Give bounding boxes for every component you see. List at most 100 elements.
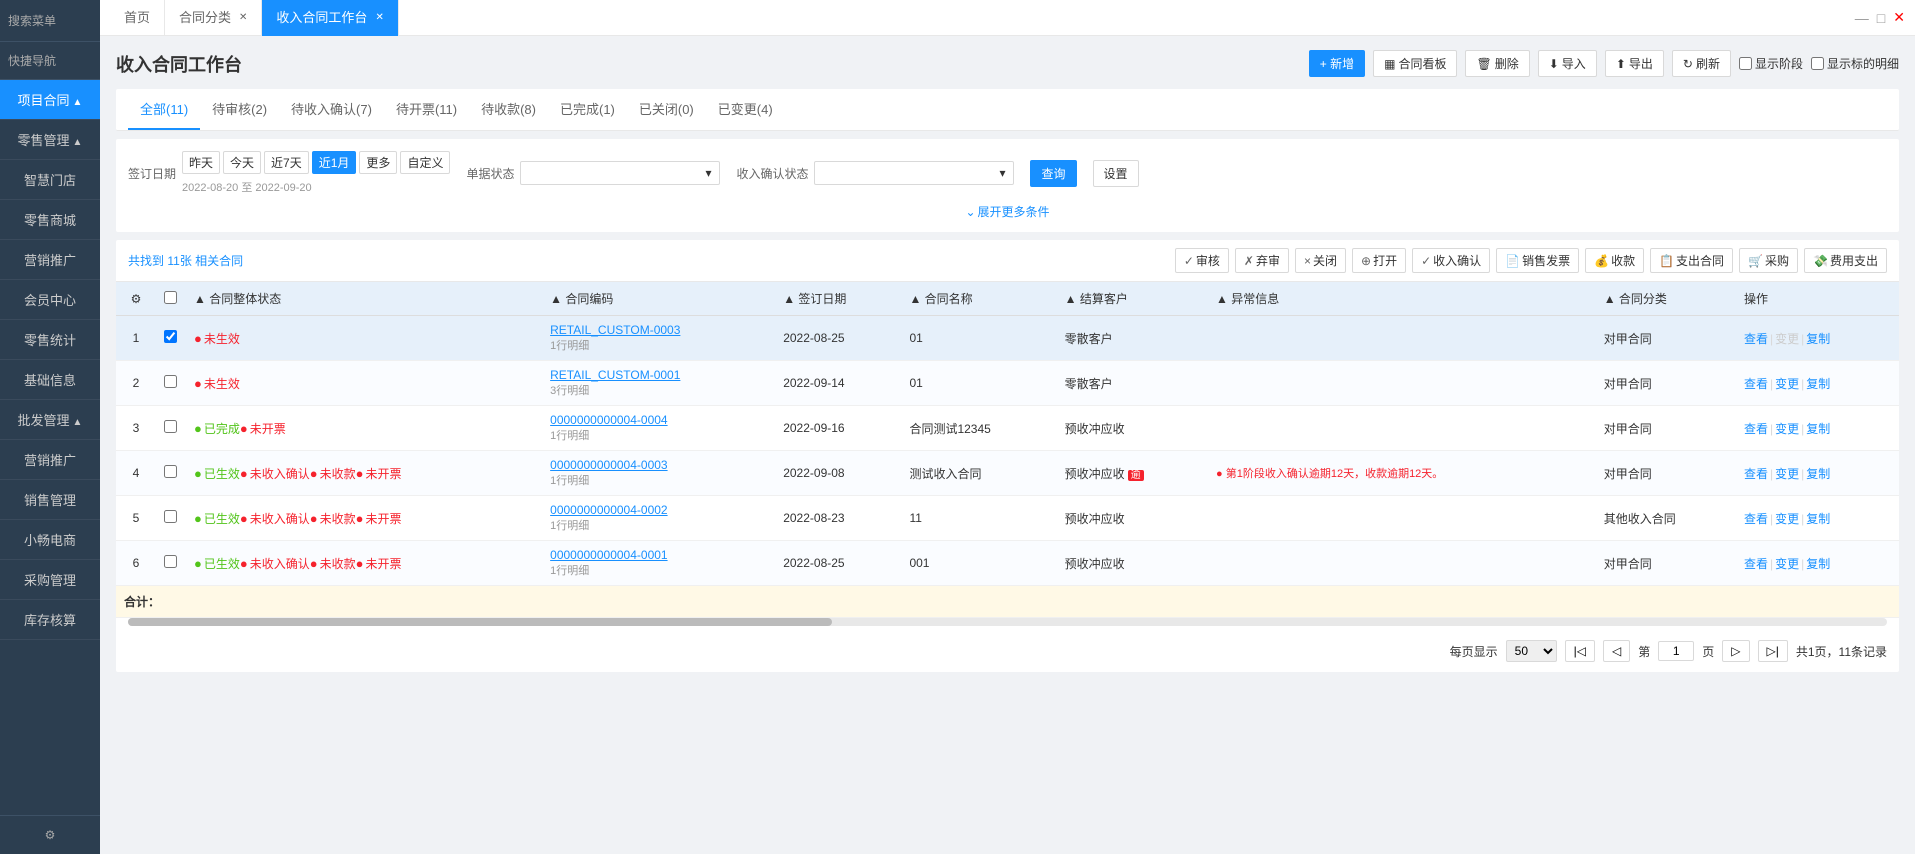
th-abnormal-info[interactable]: ▲ 异常信息	[1208, 282, 1596, 316]
filter-tab-pending-income-confirm[interactable]: 待收入确认(7)	[279, 89, 384, 130]
tab-income-workbench[interactable]: 收入合同工作台✕	[262, 0, 398, 36]
contract-code-link[interactable]: 0000000000004-0001	[550, 548, 667, 562]
op-复制[interactable]: 复制	[1806, 557, 1830, 571]
action-abandon[interactable]: ✗弃审	[1235, 248, 1289, 273]
expand-conditions-button[interactable]: ⌄ 展开更多条件	[965, 203, 1049, 220]
th-contract-name[interactable]: ▲ 合同名称	[901, 282, 1056, 316]
page-number-input[interactable]	[1658, 641, 1694, 661]
per-page-select[interactable]: 50 100	[1506, 640, 1557, 662]
op-查看[interactable]: 查看	[1744, 512, 1768, 526]
sidebar-item-smart-store[interactable]: 智慧门店	[0, 160, 100, 200]
table-scroll-area[interactable]: ⚙ ▲ 合同整体状态 ▲ 合同编码	[116, 282, 1899, 618]
tab-close-icon[interactable]: ✕	[375, 0, 383, 36]
op-查看[interactable]: 查看	[1744, 557, 1768, 571]
filter-tab-pending-payment[interactable]: 待收款(8)	[469, 89, 548, 130]
first-page-btn[interactable]: |◁	[1565, 640, 1595, 662]
row-checkbox[interactable]	[164, 375, 177, 388]
last-page-btn[interactable]: ▷|	[1758, 640, 1788, 662]
sidebar-item-member[interactable]: 会员中心	[0, 280, 100, 320]
filter-tab-pending-invoice[interactable]: 待开票(11)	[384, 89, 469, 130]
action-income-confirm[interactable]: ✓收入确认	[1412, 248, 1490, 273]
tab-home[interactable]: 首页	[110, 0, 165, 36]
th-overall-status[interactable]: ▲ 合同整体状态	[186, 282, 542, 316]
date-shortcut-custom[interactable]: 自定义	[400, 151, 450, 174]
settings-button[interactable]: 设置	[1093, 160, 1139, 187]
tab-close-icon[interactable]: ✕	[239, 0, 247, 36]
op-变更[interactable]: 变更	[1775, 467, 1799, 481]
import-button[interactable]: ⬇ 导入	[1538, 50, 1597, 77]
doc-status-select[interactable]: ▾	[520, 161, 720, 185]
filter-tab-pending-review[interactable]: 待审核(2)	[200, 89, 279, 130]
op-查看[interactable]: 查看	[1744, 422, 1768, 436]
minimize-btn[interactable]: —	[1855, 10, 1869, 26]
row-checkbox[interactable]	[164, 330, 177, 343]
sidebar-item-inventory[interactable]: 库存核算	[0, 600, 100, 640]
action-purchase[interactable]: 🛒采购	[1739, 248, 1798, 273]
contract-code-link[interactable]: 0000000000004-0003	[550, 458, 667, 472]
contract-code-link[interactable]: RETAIL_CUSTOM-0001	[550, 368, 680, 382]
next-page-btn[interactable]: ▷	[1722, 640, 1749, 662]
contract-code-link[interactable]: RETAIL_CUSTOM-0003	[550, 323, 680, 337]
op-复制[interactable]: 复制	[1806, 377, 1830, 391]
sidebar-item-basic-info[interactable]: 基础信息	[0, 360, 100, 400]
sidebar-item-marketing[interactable]: 营销推广	[0, 240, 100, 280]
op-查看[interactable]: 查看	[1744, 467, 1768, 481]
sidebar-item-purchase[interactable]: 采购管理	[0, 560, 100, 600]
op-复制[interactable]: 复制	[1806, 332, 1830, 346]
delete-button[interactable]: 🗑 删除	[1465, 50, 1529, 77]
income-confirm-select[interactable]: ▾	[814, 161, 1014, 185]
op-复制[interactable]: 复制	[1806, 512, 1830, 526]
th-contract-code[interactable]: ▲ 合同编码	[542, 282, 775, 316]
sidebar-item-marketing2[interactable]: 营销推广	[0, 440, 100, 480]
prev-page-btn[interactable]: ◁	[1603, 640, 1630, 662]
sidebar-item-wholesale[interactable]: 批发管理▲	[0, 400, 100, 440]
sidebar-item-retail-stats[interactable]: 零售统计	[0, 320, 100, 360]
tab-contract-category[interactable]: 合同分类✕	[165, 0, 262, 36]
date-shortcut-more[interactable]: 更多	[359, 151, 397, 174]
row-checkbox[interactable]	[164, 420, 177, 433]
filter-tab-changed[interactable]: 已变更(4)	[706, 89, 785, 130]
sidebar-settings[interactable]: ⚙	[0, 815, 100, 854]
th-contract-category[interactable]: ▲ 合同分类	[1596, 282, 1736, 316]
date-shortcut-today[interactable]: 今天	[223, 151, 261, 174]
contract-panel-button[interactable]: ▦ 合同看板	[1373, 50, 1457, 77]
maximize-btn[interactable]: □	[1877, 10, 1885, 26]
contract-code-link[interactable]: 0000000000004-0002	[550, 503, 667, 517]
filter-tab-completed[interactable]: 已完成(1)	[548, 89, 627, 130]
filter-tab-closed[interactable]: 已关闭(0)	[627, 89, 706, 130]
row-checkbox[interactable]	[164, 555, 177, 568]
show-fields-input[interactable]	[1739, 57, 1752, 70]
sidebar-item-retail[interactable]: 零售管理▲	[0, 120, 100, 160]
contract-code-link[interactable]: 0000000000004-0004	[550, 413, 667, 427]
show-fields-checkbox[interactable]: 显示阶段	[1739, 55, 1803, 72]
settings-col-icon[interactable]: ⚙	[131, 292, 142, 306]
row-checkbox[interactable]	[164, 465, 177, 478]
row-checkbox[interactable]	[164, 510, 177, 523]
action-close[interactable]: ×关闭	[1295, 248, 1346, 273]
action-expense-out[interactable]: 💸费用支出	[1804, 248, 1887, 273]
sidebar-item-sales[interactable]: 销售管理	[0, 480, 100, 520]
horizontal-scrollbar[interactable]	[128, 618, 1887, 626]
op-变更[interactable]: 变更	[1775, 377, 1799, 391]
op-复制[interactable]: 复制	[1806, 422, 1830, 436]
action-expense-contract[interactable]: 📋支出合同	[1650, 248, 1733, 273]
query-button[interactable]: 查询	[1030, 160, 1076, 187]
op-复制[interactable]: 复制	[1806, 467, 1830, 481]
action-payment[interactable]: 💰收款	[1585, 248, 1644, 273]
sidebar-item-project[interactable]: 项目合同▲	[0, 80, 100, 120]
show-detail-checkbox[interactable]: 显示标的明细	[1811, 55, 1899, 72]
show-detail-input[interactable]	[1811, 57, 1824, 70]
date-shortcut-last7[interactable]: 近7天	[264, 151, 309, 174]
date-shortcut-yesterday[interactable]: 昨天	[182, 151, 220, 174]
refresh-button[interactable]: ↻ 刷新	[1672, 50, 1731, 77]
op-查看[interactable]: 查看	[1744, 332, 1768, 346]
new-button[interactable]: + 新增	[1309, 50, 1365, 77]
op-变更[interactable]: 变更	[1775, 512, 1799, 526]
op-查看[interactable]: 查看	[1744, 377, 1768, 391]
sidebar-item-ecommerce[interactable]: 小畅电商	[0, 520, 100, 560]
select-all-checkbox[interactable]	[164, 291, 177, 304]
action-review[interactable]: ✓审核	[1175, 248, 1229, 273]
op-变更[interactable]: 变更	[1775, 422, 1799, 436]
op-变更[interactable]: 变更	[1775, 557, 1799, 571]
sidebar-item-retail-mall[interactable]: 零售商城	[0, 200, 100, 240]
